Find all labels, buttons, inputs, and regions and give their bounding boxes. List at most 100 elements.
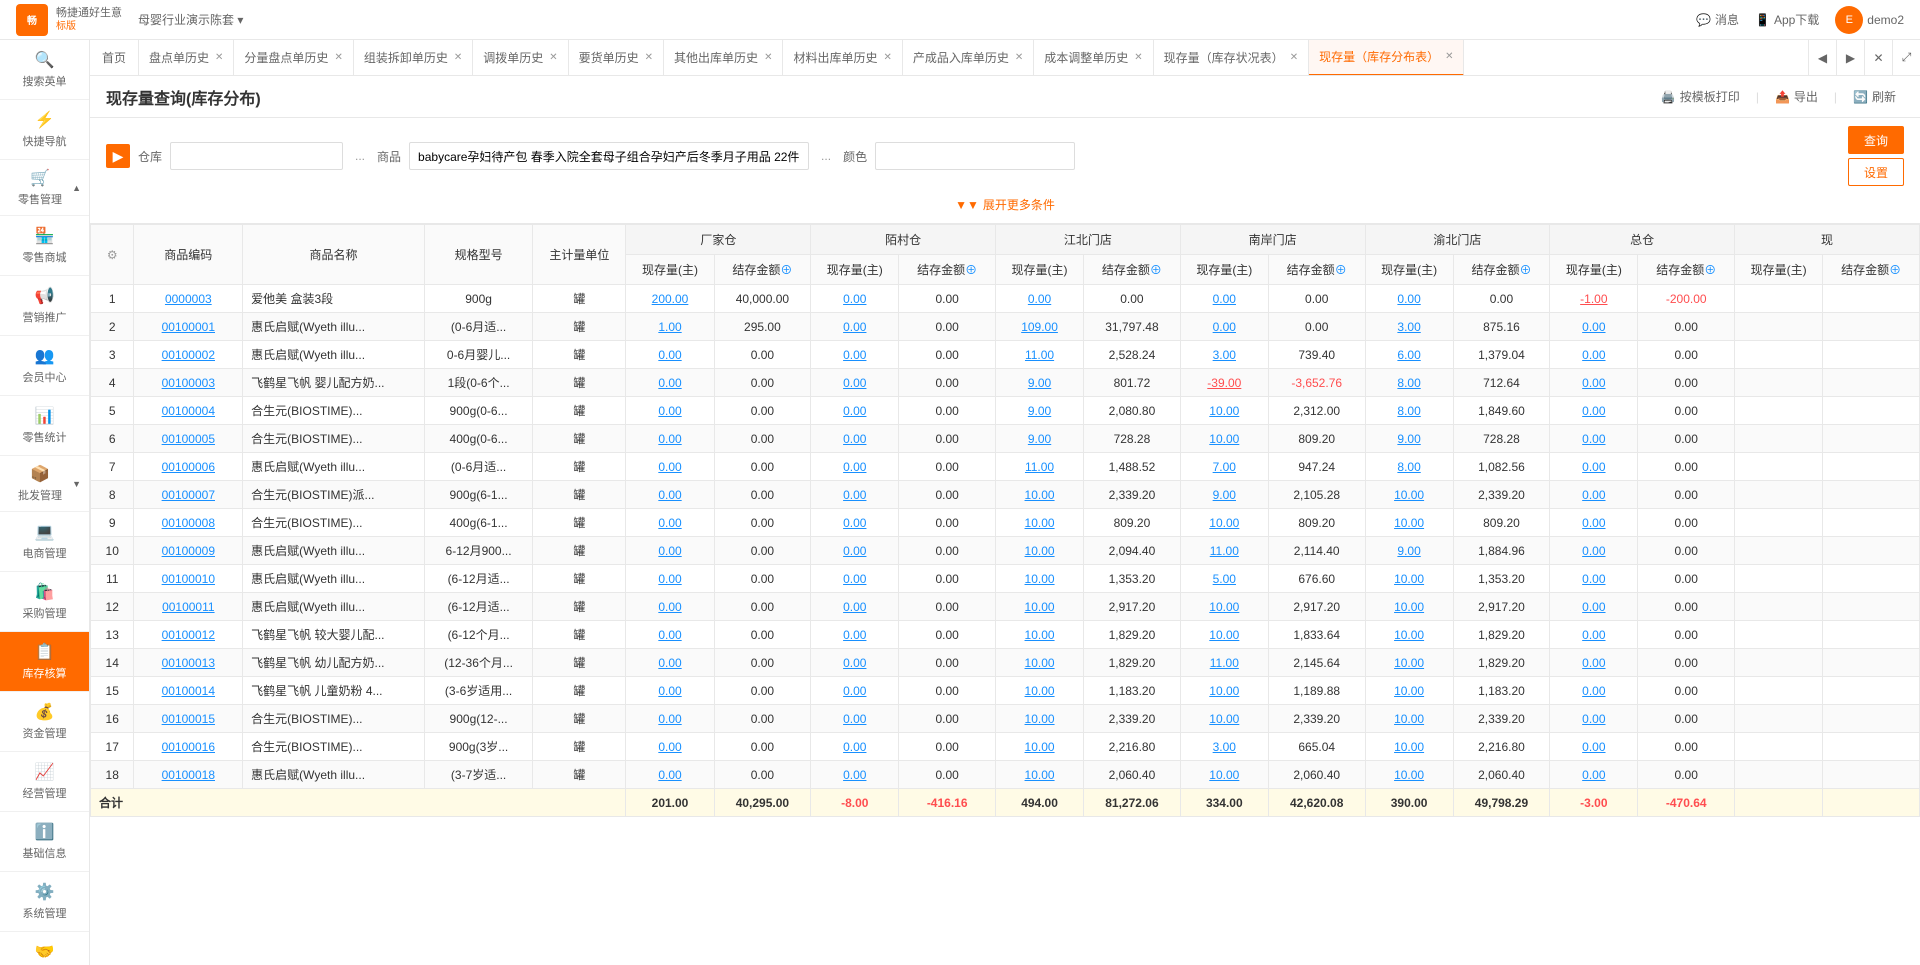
na-qty[interactable]: 3.00 (1180, 733, 1268, 761)
yb-qty[interactable]: 9.00 (1365, 425, 1453, 453)
warehouse-input[interactable] (170, 142, 343, 170)
na-qty[interactable]: 9.00 (1180, 481, 1268, 509)
sidebar-item-operations[interactable]: 📈 经营管理 (0, 752, 89, 812)
tab-prev-btn[interactable]: ◀ (1808, 40, 1836, 76)
yb-qty[interactable]: 10.00 (1365, 481, 1453, 509)
jb-qty[interactable]: 10.00 (995, 481, 1083, 509)
row-code[interactable]: 00100016 (134, 733, 243, 761)
tab-stocktake-history[interactable]: 盘点单历史 ✕ (139, 40, 234, 76)
na-qty[interactable]: 0.00 (1180, 313, 1268, 341)
zc-qty[interactable]: 0.00 (1550, 453, 1638, 481)
zc-qty[interactable]: 0.00 (1550, 565, 1638, 593)
jb-qty[interactable]: 10.00 (995, 649, 1083, 677)
tab-current-stock-dist[interactable]: 现存量（库存分布表）✕ (1309, 40, 1464, 76)
zc-qty[interactable]: 0.00 (1550, 313, 1638, 341)
tab-cost-adjust[interactable]: 成本调整单历史 ✕ (1034, 40, 1153, 76)
mc-qty[interactable]: 0.00 (811, 453, 899, 481)
yb-qty[interactable]: 10.00 (1365, 677, 1453, 705)
na-qty[interactable]: 11.00 (1180, 537, 1268, 565)
row-code[interactable]: 00100009 (134, 537, 243, 565)
cj-qty[interactable]: 1.00 (626, 313, 714, 341)
mc-qty[interactable]: 0.00 (811, 313, 899, 341)
export-btn[interactable]: 📤 导出 (1767, 84, 1826, 109)
zc-qty[interactable]: 0.00 (1550, 593, 1638, 621)
mc-qty[interactable]: 0.00 (811, 733, 899, 761)
sidebar-item-collab[interactable]: 🤝 企业协同 (0, 932, 89, 965)
tab-requisition[interactable]: 要货单历史 ✕ (569, 40, 664, 76)
sidebar-item-basic-info[interactable]: ℹ️ 基础信息 (0, 812, 89, 872)
tab-current-stock-status[interactable]: 现存量（库存状况表）✕ (1154, 40, 1309, 76)
zc-qty[interactable]: 0.00 (1550, 397, 1638, 425)
zc-qty[interactable]: 0.00 (1550, 649, 1638, 677)
yb-qty[interactable]: 10.00 (1365, 565, 1453, 593)
row-code[interactable]: 00100015 (134, 705, 243, 733)
mc-qty[interactable]: 0.00 (811, 285, 899, 313)
row-code[interactable]: 00100002 (134, 341, 243, 369)
tab-home[interactable]: 首页 (90, 40, 139, 76)
sidebar-item-nav[interactable]: ⚡ 快捷导航 (0, 100, 89, 160)
mc-qty[interactable]: 0.00 (811, 537, 899, 565)
mc-qty[interactable]: 0.00 (811, 649, 899, 677)
jb-qty[interactable]: 10.00 (995, 733, 1083, 761)
tab-close-icon[interactable]: ✕ (883, 52, 891, 63)
sidebar-item-ecommerce[interactable]: 💻 电商管理 (0, 512, 89, 572)
row-code[interactable]: 00100005 (134, 425, 243, 453)
mc-qty[interactable]: 0.00 (811, 509, 899, 537)
row-code[interactable]: 00100014 (134, 677, 243, 705)
na-qty[interactable]: 10.00 (1180, 425, 1268, 453)
sidebar-item-inventory[interactable]: 📋 库存核算 (0, 632, 89, 692)
na-qty[interactable]: 5.00 (1180, 565, 1268, 593)
na-qty[interactable]: 10.00 (1180, 705, 1268, 733)
row-code[interactable]: 00100007 (134, 481, 243, 509)
cj-qty[interactable]: 0.00 (626, 593, 714, 621)
yb-qty[interactable]: 8.00 (1365, 453, 1453, 481)
mc-qty[interactable]: 0.00 (811, 565, 899, 593)
tab-finished-inbound[interactable]: 产成品入库单历史 ✕ (903, 40, 1034, 76)
org-selector[interactable]: 母婴行业演示陈套 ▾ (138, 11, 243, 28)
jb-qty[interactable]: 11.00 (995, 453, 1083, 481)
tab-material-outbound[interactable]: 材料出库单历史 ✕ (783, 40, 902, 76)
row-code[interactable]: 00100008 (134, 509, 243, 537)
zc-qty[interactable]: 0.00 (1550, 481, 1638, 509)
mc-qty[interactable]: 0.00 (811, 621, 899, 649)
color-input[interactable] (875, 142, 1075, 170)
tab-close-icon[interactable]: ✕ (764, 52, 772, 63)
filter-expand-btn[interactable]: ▶ (106, 144, 130, 168)
jb-qty[interactable]: 10.00 (995, 677, 1083, 705)
cj-qty[interactable]: 0.00 (626, 453, 714, 481)
sidebar-item-purchase[interactable]: 🛍️ 采购管理 (0, 572, 89, 632)
yb-qty[interactable]: 10.00 (1365, 621, 1453, 649)
table-area[interactable]: ⚙ 商品编码 商品名称 规格型号 主计量单位 厂家仓 陌村仓 江北门店 南岸门店… (90, 224, 1920, 965)
row-code[interactable]: 00100006 (134, 453, 243, 481)
yb-qty[interactable]: 10.00 (1365, 593, 1453, 621)
jb-qty[interactable]: 109.00 (995, 313, 1083, 341)
mc-qty[interactable]: 0.00 (811, 593, 899, 621)
na-qty[interactable]: 10.00 (1180, 677, 1268, 705)
tab-next-btn[interactable]: ▶ (1836, 40, 1864, 76)
expand-more-btn[interactable]: ▼▼ 展开更多条件 (106, 194, 1904, 215)
cj-qty[interactable]: 200.00 (626, 285, 714, 313)
zc-qty[interactable]: 0.00 (1550, 537, 1638, 565)
mc-qty[interactable]: 0.00 (811, 341, 899, 369)
zc-qty[interactable]: 0.00 (1550, 677, 1638, 705)
cj-qty[interactable]: 0.00 (626, 649, 714, 677)
goods-input[interactable] (409, 142, 809, 170)
cj-qty[interactable]: 0.00 (626, 761, 714, 789)
row-code[interactable]: 00100018 (134, 761, 243, 789)
sidebar-item-retail-mall[interactable]: 🏪 零售商城 (0, 216, 89, 276)
row-code[interactable]: 00100001 (134, 313, 243, 341)
row-code[interactable]: 00100013 (134, 649, 243, 677)
row-code[interactable]: 00100004 (134, 397, 243, 425)
zc-qty[interactable]: 0.00 (1550, 761, 1638, 789)
sidebar-item-retail-stats[interactable]: 📊 零售统计 (0, 396, 89, 456)
na-qty[interactable]: 11.00 (1180, 649, 1268, 677)
zc-qty[interactable]: 0.00 (1550, 341, 1638, 369)
yb-qty[interactable]: 8.00 (1365, 397, 1453, 425)
mc-qty[interactable]: 0.00 (811, 761, 899, 789)
row-code[interactable]: 00100011 (134, 593, 243, 621)
zc-qty[interactable]: 0.00 (1550, 621, 1638, 649)
zc-qty[interactable]: 0.00 (1550, 733, 1638, 761)
zc-qty[interactable]: 0.00 (1550, 705, 1638, 733)
mc-qty[interactable]: 0.00 (811, 369, 899, 397)
na-qty[interactable]: 10.00 (1180, 621, 1268, 649)
